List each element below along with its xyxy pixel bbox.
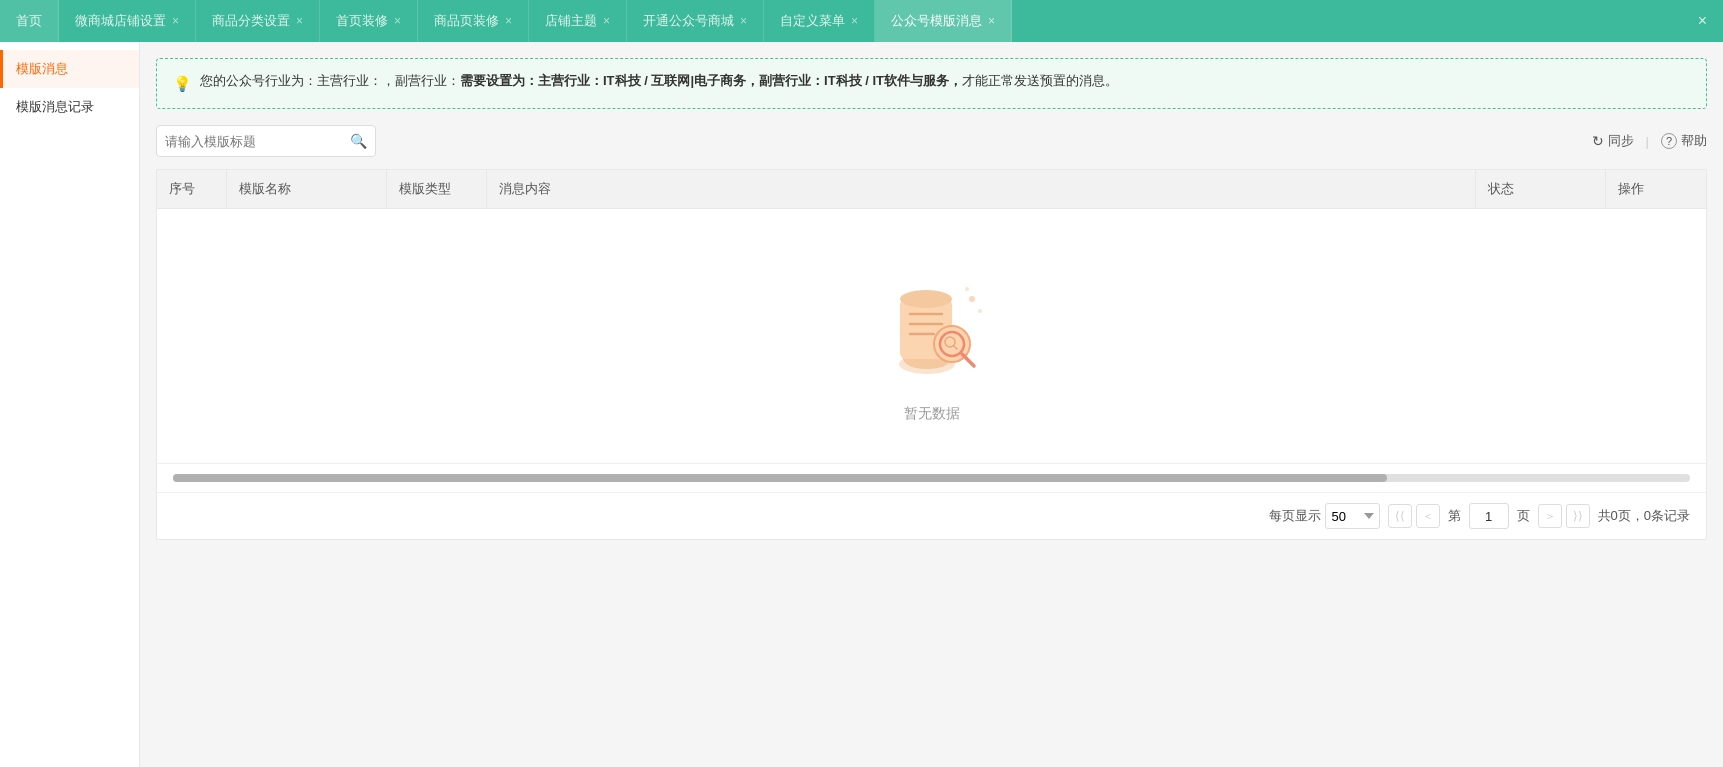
th-type: 模版类型: [387, 170, 487, 208]
sync-icon: ↻: [1592, 133, 1604, 149]
tab-category-settings[interactable]: 商品分类设置 ×: [196, 0, 320, 42]
tab-store-theme-label: 店铺主题: [545, 12, 597, 30]
page-size-wrap: 每页显示 10 20 50 100: [1269, 503, 1380, 529]
tab-template-message-label: 公众号模版消息: [891, 12, 982, 30]
svg-line-8: [962, 354, 974, 366]
tab-template-message-close[interactable]: ×: [988, 14, 995, 28]
search-input[interactable]: [165, 134, 350, 149]
page-next-button[interactable]: ＞: [1538, 504, 1562, 528]
tab-home[interactable]: 首页: [0, 0, 59, 42]
tab-homepage-decoration-label: 首页装修: [336, 12, 388, 30]
sidebar-item-template-message-log-label: 模版消息记录: [16, 99, 94, 114]
horizontal-scrollbar[interactable]: [173, 474, 1690, 482]
tab-open-mall-close[interactable]: ×: [740, 14, 747, 28]
data-table: 序号 模版名称 模版类型 消息内容 状态 操作: [156, 169, 1707, 540]
tab-bar: 首页 微商城店铺设置 × 商品分类设置 × 首页装修 × 商品页装修 × 店铺主…: [0, 0, 1723, 42]
svg-point-13: [965, 287, 969, 291]
sync-button[interactable]: ↻ 同步: [1592, 132, 1634, 150]
scrollbar-row: [157, 463, 1706, 492]
help-button[interactable]: ? 帮助: [1661, 132, 1707, 150]
notice-text: 您的公众号行业为：主营行业：，副营行业：需要设置为：主营行业：IT科技 / 互联…: [200, 71, 1118, 92]
tab-store-theme[interactable]: 店铺主题 ×: [529, 0, 627, 42]
tab-homepage-decoration-close[interactable]: ×: [394, 14, 401, 28]
svg-point-12: [978, 309, 982, 313]
search-icon[interactable]: 🔍: [350, 133, 367, 149]
sidebar-item-template-message-log[interactable]: 模版消息记录: [0, 88, 139, 126]
empty-state: 暂无数据: [157, 209, 1706, 463]
content-area: 💡 您的公众号行业为：主营行业：，副营行业：需要设置为：主营行业：IT科技 / …: [140, 42, 1723, 767]
tab-product-decoration-close[interactable]: ×: [505, 14, 512, 28]
tab-shop-settings-label: 微商城店铺设置: [75, 12, 166, 30]
help-icon: ?: [1661, 133, 1677, 149]
page-prev-button[interactable]: ＜: [1416, 504, 1440, 528]
tab-shop-settings[interactable]: 微商城店铺设置 ×: [59, 0, 196, 42]
tab-homepage-decoration[interactable]: 首页装修 ×: [320, 0, 418, 42]
search-actions: ↻ 同步 | ? 帮助: [1592, 132, 1707, 150]
svg-point-2: [900, 290, 952, 308]
th-status: 状态: [1476, 170, 1606, 208]
tab-custom-menu-label: 自定义菜单: [780, 12, 845, 30]
notice-suffix: 才能正常发送预置的消息。: [962, 73, 1118, 88]
sidebar-item-template-message[interactable]: 模版消息: [0, 50, 139, 88]
page-size-label: 每页显示: [1269, 507, 1321, 525]
page-first-button[interactable]: ⟨⟨: [1388, 504, 1412, 528]
th-name: 模版名称: [227, 170, 387, 208]
search-bar: 🔍 ↻ 同步 | ? 帮助: [156, 125, 1707, 157]
main-layout: 模版消息 模版消息记录 💡 您的公众号行业为：主营行业：，副营行业：需要设置为：…: [0, 42, 1723, 767]
page-label: 第: [1448, 507, 1461, 525]
tab-store-theme-close[interactable]: ×: [603, 14, 610, 28]
tab-open-mall[interactable]: 开通公众号商城 ×: [627, 0, 764, 42]
th-action: 操作: [1606, 170, 1706, 208]
tab-open-mall-label: 开通公众号商城: [643, 12, 734, 30]
tab-custom-menu-close[interactable]: ×: [851, 14, 858, 28]
pagination: 每页显示 10 20 50 100 ⟨⟨ ＜ 第 页 ＞ ⟩⟩: [157, 492, 1706, 539]
notice-highlight: 需要设置为：主营行业：IT科技 / 互联网|电子商务，副营行业：IT科技 / I…: [460, 73, 962, 88]
svg-point-11: [969, 296, 975, 302]
page-nav: ⟨⟨ ＜ 第 页 ＞ ⟩⟩: [1388, 503, 1590, 529]
th-content: 消息内容: [487, 170, 1476, 208]
table-header: 序号 模版名称 模版类型 消息内容 状态 操作: [157, 170, 1706, 209]
total-info: 共0页，0条记录: [1598, 507, 1690, 525]
sidebar-item-template-message-label: 模版消息: [16, 61, 68, 76]
tab-category-settings-label: 商品分类设置: [212, 12, 290, 30]
scrollbar-thumb: [173, 474, 1387, 482]
empty-text: 暂无数据: [904, 405, 960, 423]
divider: |: [1646, 134, 1649, 149]
notice-icon: 💡: [173, 72, 192, 96]
sync-label: 同步: [1608, 132, 1634, 150]
page-unit: 页: [1517, 507, 1530, 525]
tab-home-label: 首页: [16, 12, 42, 30]
tab-shop-settings-close[interactable]: ×: [172, 14, 179, 28]
tab-product-decoration-label: 商品页装修: [434, 12, 499, 30]
page-size-select[interactable]: 10 20 50 100: [1325, 503, 1380, 529]
tab-custom-menu[interactable]: 自定义菜单 ×: [764, 0, 875, 42]
tab-product-decoration[interactable]: 商品页装修 ×: [418, 0, 529, 42]
page-input[interactable]: [1469, 503, 1509, 529]
th-index: 序号: [157, 170, 227, 208]
page-last-button[interactable]: ⟩⟩: [1566, 504, 1590, 528]
notice-prefix: 您的公众号行业为：主营行业：，副营行业：: [200, 73, 460, 88]
empty-illustration: [872, 269, 992, 389]
help-label: 帮助: [1681, 132, 1707, 150]
sidebar: 模版消息 模版消息记录: [0, 42, 140, 767]
search-input-wrap[interactable]: 🔍: [156, 125, 376, 157]
tab-bar-global-close[interactable]: ×: [1682, 12, 1723, 30]
tab-template-message[interactable]: 公众号模版消息 ×: [875, 0, 1012, 42]
tab-category-settings-close[interactable]: ×: [296, 14, 303, 28]
notice-banner: 💡 您的公众号行业为：主营行业：，副营行业：需要设置为：主营行业：IT科技 / …: [156, 58, 1707, 109]
